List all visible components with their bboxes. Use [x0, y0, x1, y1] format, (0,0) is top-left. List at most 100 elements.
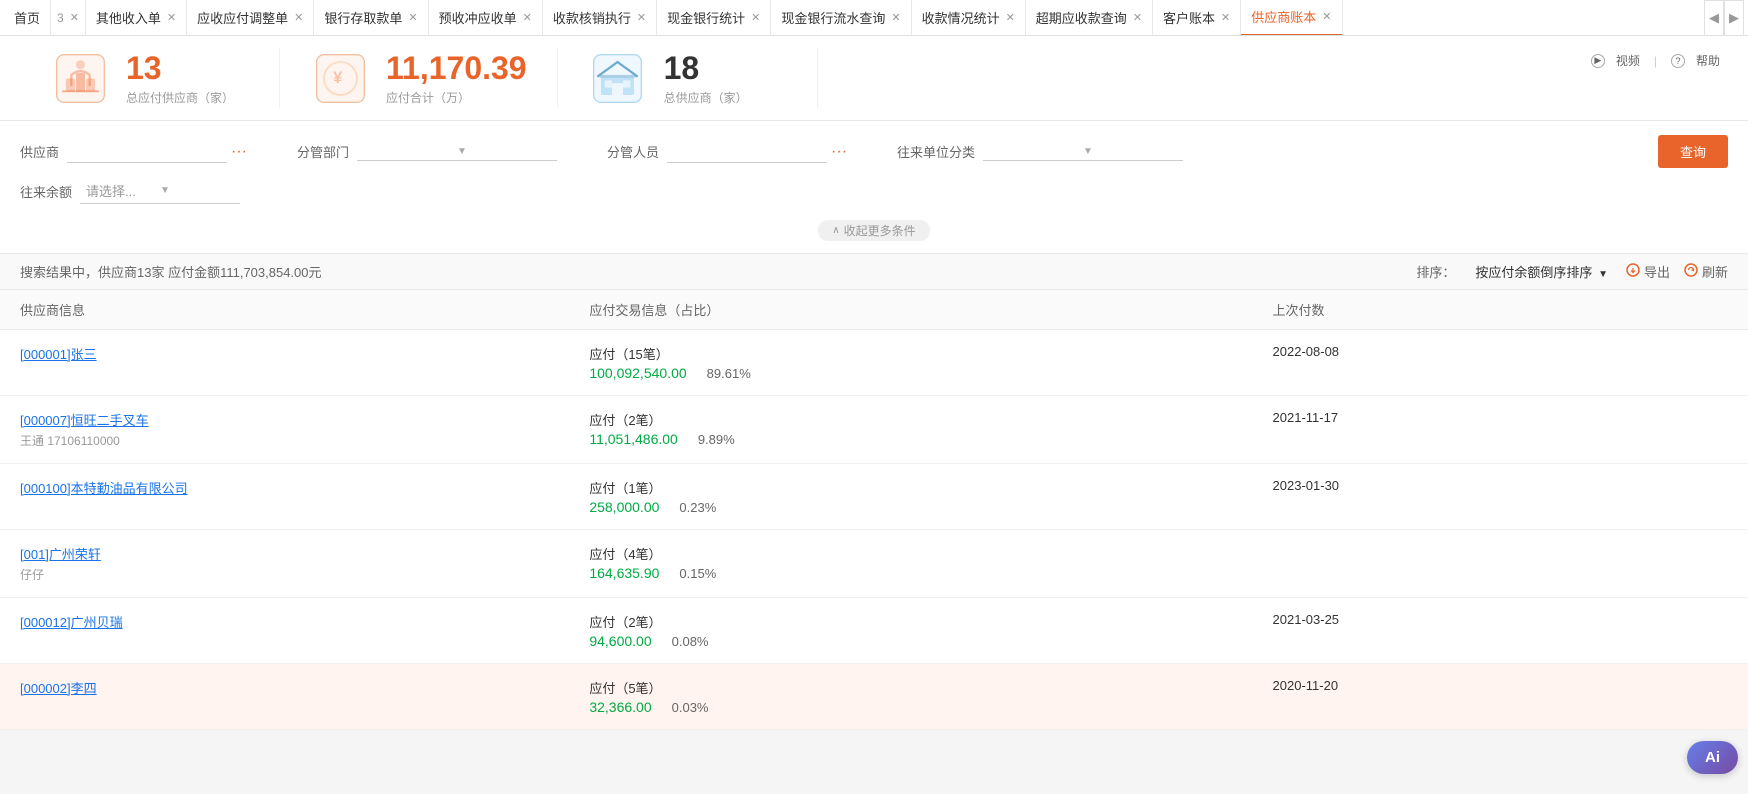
category-select[interactable]: ▼ — [983, 143, 1183, 161]
close-icon[interactable]: ✕ — [294, 11, 303, 24]
stat-block-payable-suppliers: 13 总应付供应商（家） — [20, 48, 280, 108]
transaction-pct: 9.89% — [698, 432, 735, 447]
supplier-link[interactable]: [000001]张三 — [20, 344, 589, 363]
nav-tab-collection-stat[interactable]: 收款情况统计 ✕ — [912, 0, 1026, 36]
transaction-amount[interactable]: 100,092,540.00 — [589, 365, 686, 381]
header-transaction: 应付交易信息（占比） — [589, 300, 1272, 319]
balance-filter-label: 往来余额 — [20, 182, 72, 201]
supplier-table: 供应商信息 应付交易信息（占比） 上次付数 [000001]张三 应付（15笔）… — [0, 290, 1748, 730]
help-link[interactable]: ? 帮助 — [1667, 52, 1724, 69]
collapse-button[interactable]: ∧ 收起更多条件 — [818, 220, 929, 241]
supplier-sub: 王通 17106110000 — [20, 432, 589, 449]
nav-tab-overdue[interactable]: 超期应收款查询 ✕ — [1026, 0, 1153, 36]
transaction-amount[interactable]: 32,366.00 — [589, 699, 651, 715]
nav-tab-home[interactable]: 首页 — [4, 0, 51, 36]
supplier-link[interactable]: [000007]恒旺二手叉车 — [20, 410, 589, 429]
person-filter-label: 分管人员 — [607, 142, 659, 161]
nav-tab-bank[interactable]: 银行存取款单 ✕ — [314, 0, 428, 36]
supplier-link[interactable]: [000012]广州贝瑞 — [20, 612, 589, 631]
ai-label: Ai — [1705, 749, 1720, 766]
close-icon[interactable]: ✕ — [1221, 11, 1230, 24]
transaction-pct: 0.23% — [679, 500, 716, 515]
filter-category: 往来单位分类 ▼ — [897, 142, 1183, 161]
lastpay-cell: 2022-08-08 — [1273, 344, 1728, 359]
nav-tab-supplier-ledger[interactable]: 供应商账本 ✕ — [1241, 0, 1342, 36]
nav-tab-cash-stat[interactable]: 现金银行统计 ✕ — [657, 0, 771, 36]
transaction-amount[interactable]: 164,635.90 — [589, 565, 659, 581]
supplier-link[interactable]: [000100]本特勤油品有限公司 — [20, 478, 589, 497]
help-links: ▶ 视频 | ? 帮助 — [1583, 52, 1728, 69]
stats-bar: 13 总应付供应商（家） ¥ 11,170.39 应付合计（万） — [0, 36, 1748, 121]
supplier-cell: [000001]张三 — [20, 344, 589, 363]
dept-select[interactable]: ▼ — [357, 143, 557, 161]
lastpay-cell: 2023-01-30 — [1273, 478, 1728, 493]
close-icon[interactable]: ✕ — [167, 11, 176, 24]
balance-dropdown-icon: ▼ — [160, 185, 234, 196]
transaction-cell: 应付（15笔） 100,092,540.00 89.61% — [589, 344, 1272, 381]
transaction-label: 应付（2笔） — [589, 612, 1272, 631]
dept-dropdown-icon: ▼ — [457, 146, 551, 157]
transaction-cell: 应付（1笔） 258,000.00 0.23% — [589, 478, 1272, 515]
close-icon[interactable]: ✕ — [891, 11, 900, 24]
nav-tab-customer-ledger[interactable]: 客户账本 ✕ — [1153, 0, 1241, 36]
sort-value[interactable]: 按应付余额倒序排序 ▼ — [1475, 262, 1608, 281]
transaction-row: 11,051,486.00 9.89% — [589, 429, 1272, 447]
nav-arrow-left[interactable]: ◀ — [1704, 0, 1724, 36]
person-picker-icon[interactable]: ··· — [831, 143, 847, 161]
filter-person: 分管人员 ··· — [607, 141, 847, 163]
close-icon[interactable]: ✕ — [751, 11, 760, 24]
header-lastpay: 上次付数 — [1273, 300, 1728, 319]
nav-tab-cash-flow[interactable]: 现金银行流水查询 ✕ — [771, 0, 911, 36]
close-icon[interactable]: ✕ — [70, 11, 79, 24]
export-action[interactable]: 导出 — [1626, 262, 1670, 281]
close-icon[interactable]: ✕ — [1006, 11, 1015, 24]
transaction-amount[interactable]: 258,000.00 — [589, 499, 659, 515]
result-bar: 搜索结果中，供应商13家 应付金额111,703,854.00元 排序： 按应付… — [0, 254, 1748, 290]
nav-tab-other-income[interactable]: 其他收入单 ✕ — [86, 0, 187, 36]
nav-tab-3[interactable]: 3 ✕ — [51, 0, 86, 36]
close-icon[interactable]: ✕ — [1322, 10, 1331, 23]
nav-tab-advance[interactable]: 预收冲应收单 ✕ — [429, 0, 543, 36]
ai-button[interactable]: Ai — [1687, 741, 1738, 774]
refresh-icon — [1684, 263, 1698, 280]
close-icon[interactable]: ✕ — [408, 11, 417, 24]
category-filter-label: 往来单位分类 — [897, 142, 975, 161]
supplier-picker-icon[interactable]: ··· — [231, 143, 247, 161]
transaction-row: 32,366.00 0.03% — [589, 697, 1272, 715]
lastpay-date: 2021-11-17 — [1273, 410, 1339, 425]
supplier-link[interactable]: [000002]李四 — [20, 678, 589, 697]
transaction-pct: 0.03% — [672, 700, 709, 715]
close-icon[interactable]: ✕ — [637, 11, 646, 24]
sort-label: 排序： — [1416, 262, 1455, 281]
lastpay-date: 2022-08-08 — [1273, 344, 1340, 359]
supplier-cell: [000002]李四 — [20, 678, 589, 697]
close-icon[interactable]: ✕ — [523, 11, 532, 24]
svg-text:¥: ¥ — [333, 69, 343, 87]
table-row: [000100]本特勤油品有限公司 应付（1笔） 258,000.00 0.23… — [0, 464, 1748, 530]
supplier-link[interactable]: [001]广州荣轩 — [20, 544, 589, 563]
nav-tab-adjust[interactable]: 应收应付调整单 ✕ — [187, 0, 314, 36]
table-row: [001]广州荣轩 仔仔 应付（4笔） 164,635.90 0.15% — [0, 530, 1748, 598]
filter-area: 供应商 ··· 分管部门 ▼ 分管人员 ··· 往来单位分类 ▼ 查询 — [0, 121, 1748, 254]
balance-select[interactable]: 请选择... ▼ — [80, 178, 240, 204]
nav-arrow-right[interactable]: ▶ — [1724, 0, 1744, 36]
person-input[interactable] — [667, 141, 827, 163]
stat-content-total-suppliers: 18 总供应商（家） — [664, 50, 748, 106]
filter-balance: 往来余额 请选择... ▼ — [20, 178, 240, 204]
transaction-row: 94,600.00 0.08% — [589, 631, 1272, 649]
payable-total-label: 应付合计（万） — [386, 89, 527, 106]
supplier-filter-label: 供应商 — [20, 142, 59, 161]
transaction-amount[interactable]: 11,051,486.00 — [589, 431, 678, 447]
video-link[interactable]: ▶ 视频 — [1587, 52, 1644, 69]
transaction-amount[interactable]: 94,600.00 — [589, 633, 651, 649]
close-icon[interactable]: ✕ — [1133, 11, 1142, 24]
transaction-label: 应付（1笔） — [589, 478, 1272, 497]
supplier-input[interactable] — [67, 141, 227, 163]
nav-tab-collection[interactable]: 收款核销执行 ✕ — [543, 0, 657, 36]
query-button[interactable]: 查询 — [1658, 135, 1728, 168]
lastpay-date: 2023-01-30 — [1273, 478, 1340, 493]
refresh-action[interactable]: 刷新 — [1684, 262, 1728, 281]
category-dropdown-icon: ▼ — [1083, 146, 1177, 157]
transaction-pct: 0.15% — [679, 566, 716, 581]
dept-filter-label: 分管部门 — [297, 142, 349, 161]
